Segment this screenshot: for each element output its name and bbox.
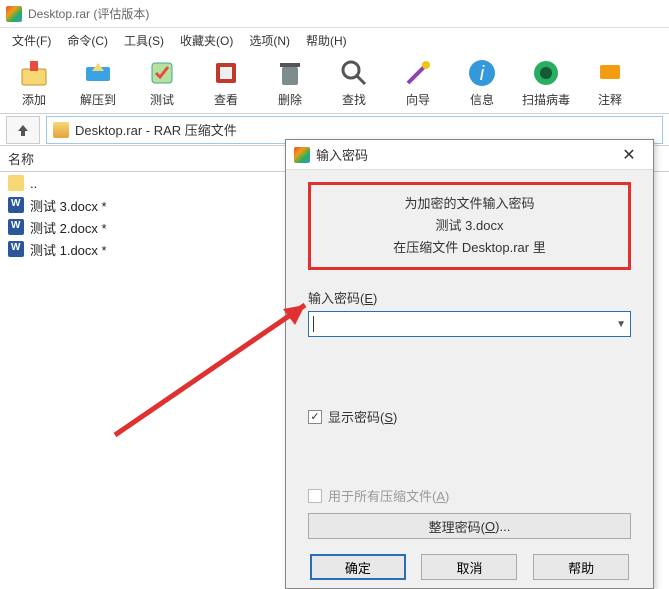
find-button[interactable]: 查找 bbox=[322, 53, 386, 113]
dialog-message: 为加密的文件输入密码 测试 3.docx 在压缩文件 Desktop.rar 里 bbox=[308, 182, 631, 270]
scan-icon bbox=[530, 57, 562, 89]
docx-icon bbox=[8, 197, 24, 213]
comment-label: 注释 bbox=[598, 91, 622, 108]
add-button[interactable]: 添加 bbox=[2, 53, 66, 113]
info-button[interactable]: i 信息 bbox=[450, 53, 514, 113]
dialog-title: 输入密码 bbox=[316, 145, 613, 164]
file-name: 测试 1.docx * bbox=[30, 240, 107, 259]
add-icon bbox=[18, 57, 50, 89]
find-icon bbox=[338, 57, 370, 89]
password-input[interactable]: ▼ bbox=[308, 311, 631, 337]
extract-icon bbox=[82, 57, 114, 89]
menu-file[interactable]: 文件(F) bbox=[4, 29, 59, 52]
test-button[interactable]: 测试 bbox=[130, 53, 194, 113]
password-label: 输入密码(E) bbox=[308, 288, 631, 307]
password-dialog: 输入密码 ✕ 为加密的文件输入密码 测试 3.docx 在压缩文件 Deskto… bbox=[285, 139, 654, 589]
msg-line-3: 在压缩文件 Desktop.rar 里 bbox=[321, 237, 618, 259]
delete-icon bbox=[274, 57, 306, 89]
dialog-titlebar[interactable]: 输入密码 ✕ bbox=[286, 140, 653, 170]
info-icon: i bbox=[466, 57, 498, 89]
extract-button[interactable]: 解压到 bbox=[66, 53, 130, 113]
test-icon bbox=[146, 57, 178, 89]
checkbox-icon bbox=[308, 489, 322, 503]
view-label: 查看 bbox=[214, 91, 238, 108]
folder-icon bbox=[8, 175, 24, 191]
up-arrow-icon bbox=[16, 123, 30, 137]
file-name: 测试 3.docx * bbox=[30, 196, 107, 215]
close-button[interactable]: ✕ bbox=[613, 143, 645, 167]
find-label: 查找 bbox=[342, 91, 366, 108]
window-titlebar: Desktop.rar (评估版本) bbox=[0, 0, 669, 28]
delete-button[interactable]: 删除 bbox=[258, 53, 322, 113]
menu-options[interactable]: 选项(N) bbox=[241, 29, 298, 52]
up-button[interactable] bbox=[6, 116, 40, 144]
file-name: 测试 2.docx * bbox=[30, 218, 107, 237]
scan-label: 扫描病毒 bbox=[522, 91, 570, 108]
main-toolbar: 添加 解压到 测试 查看 删除 查找 向导 i 信息 扫描病毒 注释 bbox=[0, 52, 669, 114]
organize-passwords-button[interactable]: 整理密码(O)... bbox=[308, 513, 631, 539]
help-button[interactable]: 帮助 bbox=[533, 554, 629, 580]
menu-favorites[interactable]: 收藏夹(O) bbox=[172, 29, 241, 52]
info-label: 信息 bbox=[470, 91, 494, 108]
wizard-icon bbox=[402, 57, 434, 89]
menu-help[interactable]: 帮助(H) bbox=[298, 29, 355, 52]
file-name: .. bbox=[30, 176, 37, 191]
show-password-checkbox[interactable]: 显示密码(S) bbox=[308, 407, 631, 426]
wizard-button[interactable]: 向导 bbox=[386, 53, 450, 113]
view-icon bbox=[210, 57, 242, 89]
close-icon: ✕ bbox=[622, 145, 635, 165]
window-title: Desktop.rar (评估版本) bbox=[28, 5, 149, 22]
checkbox-icon bbox=[308, 410, 322, 424]
all-archives-label: 用于所有压缩文件(A) bbox=[328, 486, 449, 505]
wizard-label: 向导 bbox=[406, 91, 430, 108]
comment-button[interactable]: 注释 bbox=[578, 53, 642, 113]
ok-button[interactable]: 确定 bbox=[310, 554, 406, 580]
extract-label: 解压到 bbox=[80, 91, 116, 108]
docx-icon bbox=[8, 219, 24, 235]
test-label: 测试 bbox=[150, 91, 174, 108]
all-archives-checkbox: 用于所有压缩文件(A) bbox=[308, 486, 631, 505]
menu-tools[interactable]: 工具(S) bbox=[116, 29, 172, 52]
chevron-down-icon[interactable]: ▼ bbox=[616, 319, 626, 330]
archive-icon bbox=[53, 122, 69, 138]
menubar: 文件(F) 命令(C) 工具(S) 收藏夹(O) 选项(N) 帮助(H) bbox=[0, 28, 669, 52]
view-button[interactable]: 查看 bbox=[194, 53, 258, 113]
show-password-label: 显示密码(S) bbox=[328, 407, 397, 426]
cancel-button[interactable]: 取消 bbox=[421, 554, 517, 580]
comment-icon bbox=[594, 57, 626, 89]
svg-text:i: i bbox=[480, 63, 485, 85]
msg-line-1: 为加密的文件输入密码 bbox=[321, 193, 618, 215]
scan-button[interactable]: 扫描病毒 bbox=[514, 53, 578, 113]
text-caret bbox=[313, 316, 314, 332]
delete-label: 删除 bbox=[278, 91, 302, 108]
menu-command[interactable]: 命令(C) bbox=[59, 29, 116, 52]
path-text: Desktop.rar - RAR 压缩文件 bbox=[75, 120, 237, 139]
msg-line-2: 测试 3.docx bbox=[321, 215, 618, 237]
docx-icon bbox=[8, 241, 24, 257]
app-icon bbox=[6, 6, 22, 22]
dialog-button-row: 确定 取消 帮助 bbox=[286, 546, 653, 588]
add-label: 添加 bbox=[22, 91, 46, 108]
app-icon bbox=[294, 147, 310, 163]
